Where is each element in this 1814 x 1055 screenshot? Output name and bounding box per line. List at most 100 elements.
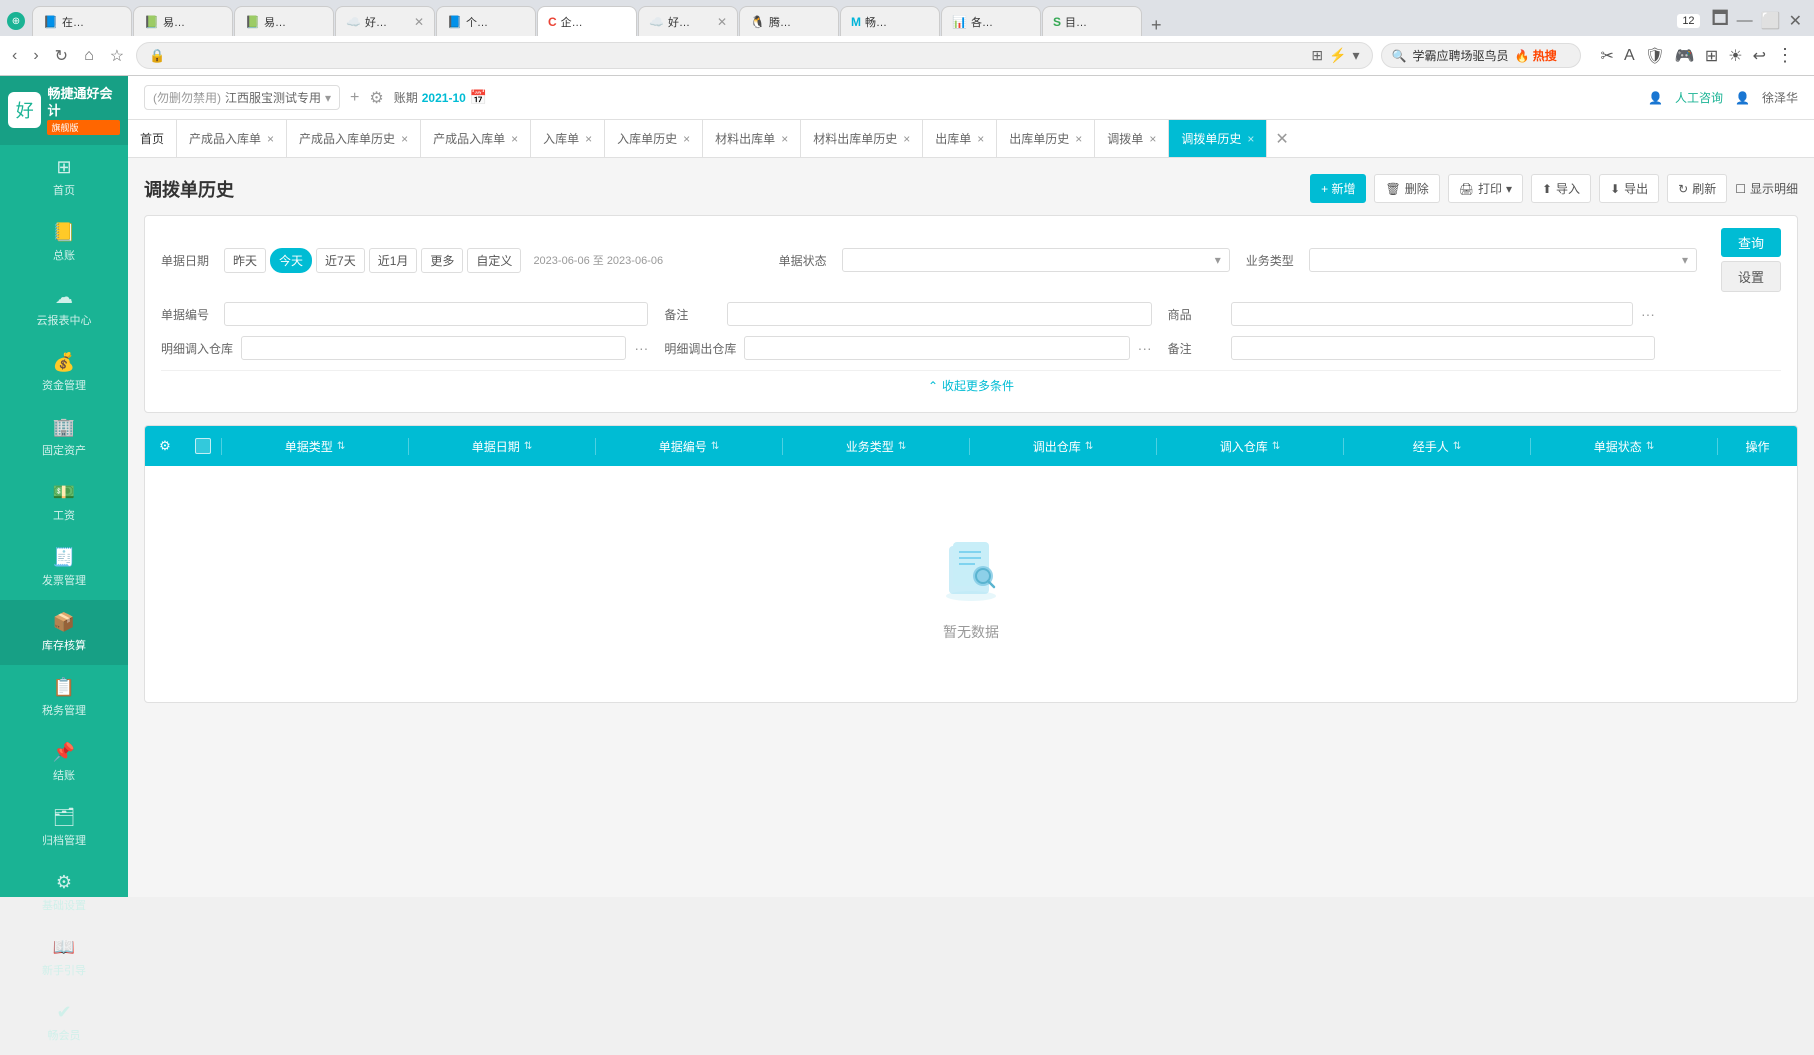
grid-icon[interactable]: ⊞ xyxy=(1705,46,1718,66)
sidebar-item-inventory[interactable]: 📦 库存核算 xyxy=(0,600,128,665)
page-tab-transfer[interactable]: 调拨单 × xyxy=(1095,120,1169,158)
gear-icon[interactable]: ⚙ xyxy=(369,88,383,108)
note-input[interactable] xyxy=(727,302,1151,326)
in-hist-tab-close[interactable]: × xyxy=(683,132,690,146)
sidebar-item-settings[interactable]: ⚙ 基础设置 xyxy=(0,860,128,925)
tab-manager-icon[interactable]: 🗖 xyxy=(1712,6,1729,36)
sidebar-item-fund[interactable]: 💰 资金管理 xyxy=(0,340,128,405)
th-biz[interactable]: 业务类型 ⇅ xyxy=(782,438,969,455)
browser-tab-5[interactable]: 📘 个… xyxy=(436,6,536,36)
browser-tab-9[interactable]: M 畅… xyxy=(840,6,940,36)
undo-icon[interactable]: ↩ xyxy=(1753,46,1766,66)
goods-picker-icon[interactable]: ··· xyxy=(1641,306,1655,322)
export-button[interactable]: ⬇ 导出 xyxy=(1599,174,1659,203)
sidebar-item-member[interactable]: ✔ 畅会员 xyxy=(0,990,128,1055)
page-tab-prod-in[interactable]: 产成品入库单 × xyxy=(177,120,287,158)
sidebar-item-tax[interactable]: 📋 税务管理 xyxy=(0,665,128,730)
mat-out-hist-tab-close[interactable]: × xyxy=(903,132,910,146)
page-tab-transfer-hist[interactable]: 调拨单历史 × xyxy=(1169,120,1267,158)
custom-btn[interactable]: 自定义 xyxy=(467,248,521,273)
sidebar-item-asset[interactable]: 🏢 固定资产 xyxy=(0,405,128,470)
sidebar-item-invoice[interactable]: 🧾 发票管理 xyxy=(0,535,128,600)
browser-tab-8[interactable]: 🐧 腾… xyxy=(739,6,839,36)
shield-icon[interactable]: 🛡 xyxy=(1645,46,1665,66)
minimize-icon[interactable]: — xyxy=(1737,12,1753,30)
refresh-button-page[interactable]: ↻ 刷新 xyxy=(1667,174,1727,203)
browser-tab-10[interactable]: 📊 各… xyxy=(941,6,1041,36)
th-type[interactable]: 单据类型 ⇅ xyxy=(221,438,408,455)
lightning-icon[interactable]: ⚡ xyxy=(1329,47,1346,64)
prod-in2-tab-close[interactable]: × xyxy=(511,132,518,146)
browser-tab-2[interactable]: 📗 易… xyxy=(133,6,233,36)
th-handler[interactable]: 经手人 ⇅ xyxy=(1343,438,1530,455)
th-out-wh[interactable]: 调出仓库 ⇅ xyxy=(969,438,1156,455)
browser-tab-6[interactable]: C 企… xyxy=(537,6,637,36)
search-bar[interactable]: 🔍 学霸应聘场驱鸟员 🔥 热搜 xyxy=(1381,43,1581,68)
page-tab-prod-in2[interactable]: 产成品入库单 × xyxy=(421,120,531,158)
forward-button[interactable]: › xyxy=(29,43,42,69)
bookmark-button[interactable]: ☆ xyxy=(106,42,128,70)
tab-close-7[interactable]: ✕ xyxy=(713,15,727,29)
th-in-wh[interactable]: 调入仓库 ⇅ xyxy=(1156,438,1343,455)
transfer-tab-close[interactable]: × xyxy=(1149,132,1156,146)
sidebar-item-guide[interactable]: 📖 新手引导 xyxy=(0,925,128,990)
more-btn[interactable]: 更多 xyxy=(421,248,463,273)
menu-icon[interactable]: ⋮ xyxy=(1776,45,1794,66)
detail-out-picker-icon[interactable]: ··· xyxy=(1138,340,1152,356)
browser-tab-3[interactable]: 📗 易… xyxy=(234,6,334,36)
out-order-tab-close[interactable]: × xyxy=(977,132,984,146)
out-hist-tab-close[interactable]: × xyxy=(1075,132,1082,146)
sidebar-item-salary[interactable]: 💵 工资 xyxy=(0,470,128,535)
page-tab-out-hist[interactable]: 出库单历史 × xyxy=(997,120,1095,158)
company-selector[interactable]: (勿删勿禁用) 江西服宝测试专用 ▾ xyxy=(144,85,340,110)
mat-out-tab-close[interactable]: × xyxy=(781,132,788,146)
new-tab-button[interactable]: + xyxy=(1143,15,1170,36)
close-window-icon[interactable]: ✕ xyxy=(1789,11,1802,31)
home-button[interactable]: ⌂ xyxy=(80,43,98,69)
print-dropdown-icon[interactable]: ▾ xyxy=(1506,182,1512,196)
in-order-tab-close[interactable]: × xyxy=(585,132,592,146)
page-tab-mat-out-hist[interactable]: 材料出库单历史 × xyxy=(801,120,923,158)
sidebar-item-ledger[interactable]: 📒 总账 xyxy=(0,210,128,275)
sidebar-item-archive[interactable]: 🗂 归档管理 xyxy=(0,795,128,860)
translate-icon[interactable]: A xyxy=(1624,47,1635,65)
browser-tab-4[interactable]: ☁️ 好… ✕ xyxy=(335,6,435,36)
page-tab-out-order[interactable]: 出库单 × xyxy=(923,120,997,158)
display-setting[interactable]: ☐ 显示明细 xyxy=(1735,180,1798,197)
back-button[interactable]: ‹ xyxy=(8,43,21,69)
transfer-hist-tab-close[interactable]: × xyxy=(1247,132,1254,146)
user-help-icon[interactable]: 👤 xyxy=(1648,91,1663,105)
print-button[interactable]: 🖨 打印 ▾ xyxy=(1448,174,1523,203)
setting-button[interactable]: 设置 xyxy=(1721,261,1781,292)
detail-in-picker-icon[interactable]: ··· xyxy=(634,340,648,356)
tab-bar-close-all[interactable]: ✕ xyxy=(1267,129,1296,149)
1month-btn[interactable]: 近1月 xyxy=(369,248,418,273)
dropdown-icon[interactable]: ▾ xyxy=(1353,47,1360,64)
7days-btn[interactable]: 近7天 xyxy=(316,248,365,273)
browser-tab-11[interactable]: S 目… xyxy=(1042,6,1142,36)
help-label[interactable]: 人工咨询 xyxy=(1675,89,1723,106)
sidebar-item-home[interactable]: ⊞ 首页 xyxy=(0,145,128,210)
note2-input[interactable] xyxy=(1231,336,1655,360)
table-select-all[interactable] xyxy=(185,438,221,454)
page-tab-in-order[interactable]: 入库单 × xyxy=(531,120,605,158)
browser-tab-1[interactable]: 📘 在… xyxy=(32,6,132,36)
goods-input[interactable] xyxy=(1231,302,1633,326)
user-avatar[interactable]: 👤 xyxy=(1735,91,1750,105)
calendar-icon[interactable]: 📅 xyxy=(470,89,487,106)
page-tab-prod-in-hist[interactable]: 产成品入库单历史 × xyxy=(287,120,421,158)
table-settings-icon[interactable]: ⚙ xyxy=(145,438,185,454)
query-button[interactable]: 查询 xyxy=(1721,228,1781,257)
sidebar-item-report[interactable]: ☁ 云报表中心 xyxy=(0,275,128,340)
detail-out-input[interactable] xyxy=(744,336,1129,360)
game-icon[interactable]: 🎮 xyxy=(1675,46,1695,66)
collapse-button[interactable]: ⌃ 收起更多条件 xyxy=(161,370,1781,400)
page-tab-in-hist[interactable]: 入库单历史 × xyxy=(605,120,703,158)
page-tab-mat-out[interactable]: 材料出库单 × xyxy=(703,120,801,158)
page-tab-home[interactable]: 首页 xyxy=(128,120,177,158)
docno-input[interactable] xyxy=(224,302,648,326)
th-no[interactable]: 单据编号 ⇅ xyxy=(595,438,782,455)
refresh-button[interactable]: ↻ xyxy=(51,42,72,70)
delete-button[interactable]: 🗑 删除 xyxy=(1374,174,1439,203)
scissors-icon[interactable]: ✂ xyxy=(1601,46,1614,66)
